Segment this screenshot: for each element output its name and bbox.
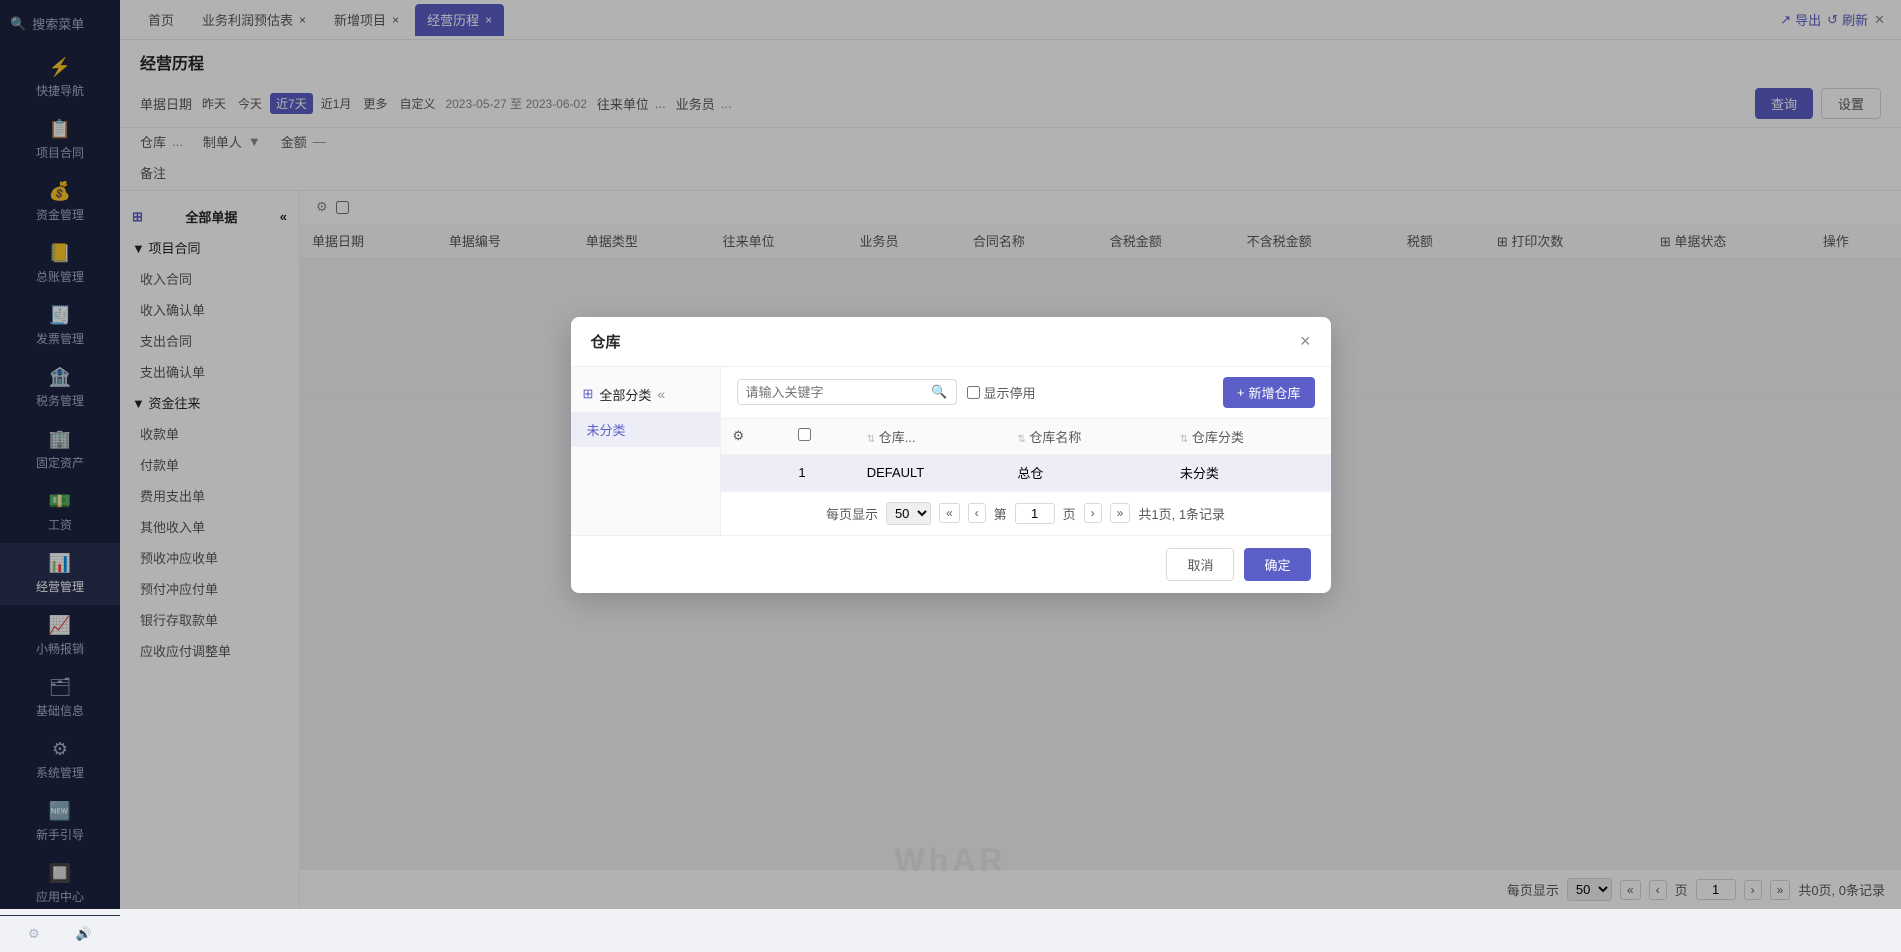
row-gear — [721, 454, 787, 490]
modal-right: 🔍 显示停用 + 新增仓库 ⚙ — [721, 367, 1331, 535]
modal-select-all[interactable] — [798, 428, 811, 441]
modal-table: ⚙ ⇅ 仓库... ⇅ 仓库名称 ⇅ 仓库分类 — [721, 419, 1331, 491]
modal-per-page-select[interactable]: 50 — [886, 502, 931, 525]
modal-all-icon: ⊞ — [583, 386, 594, 402]
modal-table-scroll[interactable]: ⚙ ⇅ 仓库... ⇅ 仓库名称 ⇅ 仓库分类 — [721, 419, 1331, 491]
modal-close-button[interactable]: × — [1300, 331, 1311, 352]
show-disabled-text: 显示停用 — [984, 383, 1036, 402]
modal-page-suffix: 页 — [1063, 504, 1076, 523]
col-sort-icon: ⇅ — [867, 434, 875, 445]
show-disabled-checkbox[interactable] — [967, 386, 980, 399]
add-warehouse-button[interactable]: + 新增仓库 — [1223, 377, 1315, 408]
volume-icon[interactable]: 🔊 — [76, 926, 92, 942]
modal-all-label[interactable]: 全部分类 — [599, 385, 651, 404]
row-seq: 1 — [786, 454, 854, 490]
modal-pagination: 每页显示 50 « ‹ 第 页 › » 共1页, 1条记录 — [721, 491, 1331, 535]
modal-footer: 取消 确定 — [571, 535, 1331, 593]
row-category: 未分类 — [1168, 454, 1331, 490]
modal-table-row[interactable]: 1 DEFAULT 总仓 未分类 — [721, 454, 1331, 490]
modal-next-btn[interactable]: › — [1084, 503, 1102, 523]
modal-left-nav: ⊞ 全部分类 « 未分类 — [571, 367, 721, 535]
modal-page-label: 第 — [994, 504, 1007, 523]
modal-confirm-button[interactable]: 确定 — [1244, 548, 1310, 581]
warehouse-modal: 仓库 × ⊞ 全部分类 « 未分类 🔍 — [571, 317, 1331, 593]
modal-collapse-btn[interactable]: « — [657, 386, 665, 402]
modal-prev-btn[interactable]: ‹ — [968, 503, 986, 523]
modal-search-input[interactable] — [746, 385, 926, 400]
modal-toolbar: 🔍 显示停用 + 新增仓库 — [721, 367, 1331, 419]
row-code: DEFAULT — [855, 454, 1006, 490]
modal-left-item-unclassified[interactable]: 未分类 — [571, 412, 720, 447]
modal-header: 仓库 × — [571, 317, 1331, 367]
modal-search-icon: 🔍 — [931, 384, 947, 400]
row-name: 总仓 — [1005, 454, 1168, 490]
modal-title: 仓库 — [591, 331, 621, 352]
modal-overlay[interactable]: 仓库 × ⊞ 全部分类 « 未分类 🔍 — [0, 0, 1901, 909]
modal-body: ⊞ 全部分类 « 未分类 🔍 显示停用 — [571, 367, 1331, 535]
modal-cancel-button[interactable]: 取消 — [1166, 548, 1234, 581]
show-disabled-label[interactable]: 显示停用 — [967, 383, 1036, 402]
add-icon: + — [1237, 385, 1245, 400]
modal-col-name: ⇅ 仓库名称 — [1005, 419, 1168, 455]
settings-icon[interactable]: ⚙ — [28, 926, 40, 942]
modal-page-input[interactable] — [1015, 503, 1055, 524]
modal-search-box: 🔍 — [737, 379, 957, 405]
modal-first-btn[interactable]: « — [939, 503, 960, 523]
add-label: 新增仓库 — [1248, 383, 1300, 402]
modal-col-check — [786, 419, 854, 455]
modal-col-code: ⇅ 仓库... — [855, 419, 1006, 455]
modal-col-category: ⇅ 仓库分类 — [1168, 419, 1331, 455]
modal-col-gear[interactable]: ⚙ — [721, 419, 787, 455]
modal-total-info: 共1页, 1条记录 — [1138, 504, 1225, 523]
modal-last-btn[interactable]: » — [1110, 503, 1131, 523]
modal-per-page-label: 每页显示 — [826, 504, 878, 523]
col-sort-icon3: ⇅ — [1180, 434, 1188, 445]
col-sort-icon2: ⇅ — [1017, 434, 1025, 445]
modal-left-header: ⊞ 全部分类 « — [571, 377, 720, 412]
sidebar-bottom: ⚙ 🔊 — [0, 915, 120, 952]
